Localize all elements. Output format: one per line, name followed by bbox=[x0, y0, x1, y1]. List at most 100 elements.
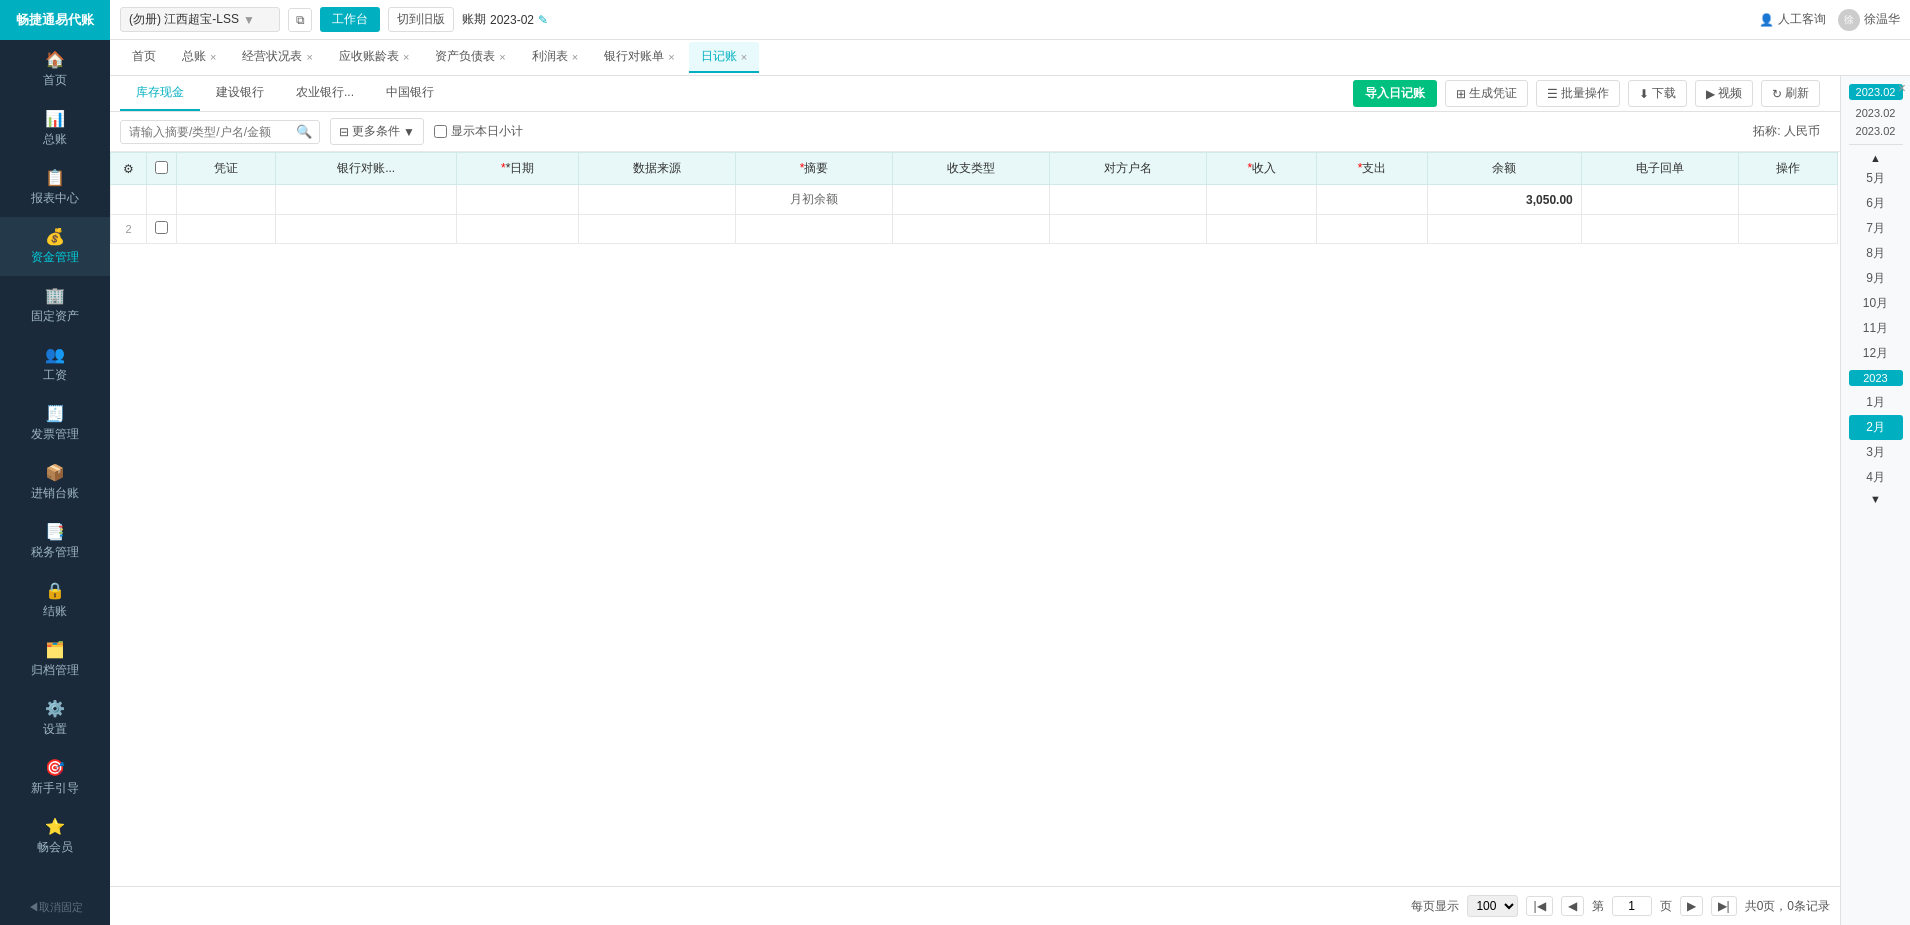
date-month-12[interactable]: 12月 bbox=[1849, 341, 1903, 366]
date-month-7[interactable]: 7月 bbox=[1849, 216, 1903, 241]
sidebar-item-funds[interactable]: 💰 资金管理 bbox=[0, 217, 110, 276]
download-icon: ⬇ bbox=[1639, 87, 1649, 101]
th-checkbox[interactable] bbox=[147, 153, 177, 185]
oldver-button[interactable]: 切到旧版 bbox=[388, 7, 454, 32]
app-logo: 畅捷通易代账 bbox=[0, 0, 110, 40]
copy-company-btn[interactable]: ⧉ bbox=[288, 8, 312, 32]
show-daily-total-checkbox[interactable] bbox=[434, 125, 447, 138]
tab-bankbook[interactable]: 银行对账单 × bbox=[592, 42, 686, 73]
th-action: 操作 bbox=[1738, 153, 1837, 185]
sidebar-item-close[interactable]: 🔒 结账 bbox=[0, 571, 110, 630]
page-input[interactable] bbox=[1612, 896, 1652, 916]
row1-summary: 月初余额 bbox=[736, 185, 893, 215]
th-payment-type: 收支类型 bbox=[893, 153, 1050, 185]
workspace-button[interactable]: 工作台 bbox=[320, 7, 380, 32]
sidebar-item-newbie[interactable]: 🎯 新手引导 bbox=[0, 748, 110, 807]
date-month-8[interactable]: 8月 bbox=[1849, 241, 1903, 266]
period-edit-icon[interactable]: ✎ bbox=[538, 13, 548, 27]
sidebar-item-purchase-label: 进销台账 bbox=[31, 485, 79, 502]
date-month-2[interactable]: 2月 bbox=[1849, 415, 1903, 440]
tab-assets-close[interactable]: × bbox=[499, 51, 505, 63]
assets-icon: 🏢 bbox=[45, 286, 65, 305]
date-month-1[interactable]: 1月 bbox=[1849, 390, 1903, 415]
tab-bankbook-close[interactable]: × bbox=[668, 51, 674, 63]
sub-tab-zhongguo[interactable]: 中国银行 bbox=[370, 76, 450, 111]
tab-general-close[interactable]: × bbox=[210, 51, 216, 63]
batch-btn[interactable]: ☰ 批量操作 bbox=[1536, 80, 1620, 107]
tab-journal-close[interactable]: × bbox=[741, 51, 747, 63]
th-settings[interactable]: ⚙ bbox=[111, 153, 147, 185]
per-page-select[interactable]: 100 50 200 bbox=[1467, 895, 1518, 917]
date-month-10[interactable]: 10月 bbox=[1849, 291, 1903, 316]
row2-summary bbox=[736, 215, 893, 244]
support-link[interactable]: 👤 人工客询 bbox=[1759, 11, 1826, 28]
sidebar-item-assets[interactable]: 🏢 固定资产 bbox=[0, 276, 110, 335]
date-month-4[interactable]: 4月 bbox=[1849, 465, 1903, 490]
date-month-3[interactable]: 3月 bbox=[1849, 440, 1903, 465]
search-input[interactable] bbox=[120, 120, 320, 144]
video-btn[interactable]: ▶ 视频 bbox=[1695, 80, 1753, 107]
import-journal-btn[interactable]: 导入日记账 bbox=[1353, 80, 1437, 107]
row2-checkbox[interactable] bbox=[147, 215, 177, 244]
date-month-5[interactable]: 5月 bbox=[1849, 166, 1903, 191]
sidebar-unpin[interactable]: ◀取消固定 bbox=[0, 890, 110, 925]
invoices-icon: 🧾 bbox=[45, 404, 65, 423]
tab-profit-close[interactable]: × bbox=[572, 51, 578, 63]
first-page-btn[interactable]: |◀ bbox=[1526, 896, 1552, 916]
total-label: 共0页，0条记录 bbox=[1745, 898, 1830, 915]
sub-tab-nongye[interactable]: 农业银行... bbox=[280, 76, 370, 111]
refresh-btn[interactable]: ↻ 刷新 bbox=[1761, 80, 1820, 107]
row2-ereceipt bbox=[1581, 215, 1738, 244]
support-icon: 👤 bbox=[1759, 13, 1774, 27]
date-panel-divider bbox=[1849, 144, 1903, 145]
date-panel-nav-down[interactable]: ▼ bbox=[1849, 490, 1903, 507]
gen-voucher-btn[interactable]: ⊞ 生成凭证 bbox=[1445, 80, 1528, 107]
sidebar-item-archive[interactable]: 🗂️ 归档管理 bbox=[0, 630, 110, 689]
sidebar-item-purchase[interactable]: 📦 进销台账 bbox=[0, 453, 110, 512]
topbar: (勿册) 江西超宝-LSS ▼ ⧉ 工作台 切到旧版 账期 2023-02 ✎ … bbox=[110, 0, 1910, 40]
download-btn[interactable]: ⬇ 下载 bbox=[1628, 80, 1687, 107]
date-month-9[interactable]: 9月 bbox=[1849, 266, 1903, 291]
sidebar-item-tax[interactable]: 📑 税务管理 bbox=[0, 512, 110, 571]
last-page-btn[interactable]: ▶| bbox=[1711, 896, 1737, 916]
tab-profit[interactable]: 利润表 × bbox=[520, 42, 590, 73]
date-month-11[interactable]: 11月 bbox=[1849, 316, 1903, 341]
account-tabbar: 库存现金 建设银行 农业银行... 中国银行 导入日记账 ⊞ 生成凭证 ☰ bbox=[110, 76, 1910, 112]
tab-home[interactable]: 首页 bbox=[120, 42, 168, 73]
user-menu[interactable]: 徐 徐温华 bbox=[1838, 9, 1900, 31]
row2-select-checkbox[interactable] bbox=[155, 221, 168, 234]
row2-counterparty bbox=[1050, 215, 1207, 244]
th-income: *收入 bbox=[1207, 153, 1317, 185]
row2-balance bbox=[1427, 215, 1581, 244]
tab-general[interactable]: 总账 × bbox=[170, 42, 228, 73]
tab-receivables-close[interactable]: × bbox=[403, 51, 409, 63]
sidebar-item-member[interactable]: ⭐ 畅会员 bbox=[0, 807, 110, 866]
sidebar-item-home[interactable]: 🏠 首页 bbox=[0, 40, 110, 99]
sidebar-item-settings[interactable]: ⚙️ 设置 bbox=[0, 689, 110, 748]
more-filter-btn[interactable]: ⊟ 更多条件 ▼ bbox=[330, 118, 424, 145]
tab-assets[interactable]: 资产负债表 × bbox=[423, 42, 517, 73]
content-area: 库存现金 建设银行 农业银行... 中国银行 导入日记账 ⊞ 生成凭证 ☰ bbox=[110, 76, 1910, 925]
sub-tab-jiansheng[interactable]: 建设银行 bbox=[200, 76, 280, 111]
tab-receivables[interactable]: 应收账龄表 × bbox=[327, 42, 421, 73]
sidebar-item-invoices[interactable]: 🧾 发票管理 bbox=[0, 394, 110, 453]
row1-income bbox=[1207, 185, 1317, 215]
date-panel-nav-up[interactable]: ▲ bbox=[1849, 149, 1903, 166]
close-date-panel-btn[interactable]: × bbox=[1898, 80, 1906, 96]
show-daily-total-label[interactable]: 显示本日小计 bbox=[434, 123, 523, 140]
reports-icon: 📋 bbox=[45, 168, 65, 187]
row2-source bbox=[578, 215, 735, 244]
sidebar-item-general[interactable]: 📊 总账 bbox=[0, 99, 110, 158]
tab-bizstatus-close[interactable]: × bbox=[306, 51, 312, 63]
date-month-6[interactable]: 6月 bbox=[1849, 191, 1903, 216]
tab-journal[interactable]: 日记账 × bbox=[689, 42, 759, 73]
next-page-btn[interactable]: ▶ bbox=[1680, 896, 1703, 916]
company-selector[interactable]: (勿册) 江西超宝-LSS ▼ bbox=[120, 7, 280, 32]
sub-tab-cash[interactable]: 库存现金 bbox=[120, 76, 200, 111]
sidebar-item-reports[interactable]: 📋 报表中心 bbox=[0, 158, 110, 217]
tab-bizstatus[interactable]: 经营状况表 × bbox=[230, 42, 324, 73]
select-all-checkbox[interactable] bbox=[155, 161, 168, 174]
sidebar-item-payroll[interactable]: 👥 工资 bbox=[0, 335, 110, 394]
th-bankbook: 银行对账... bbox=[276, 153, 457, 185]
prev-page-btn[interactable]: ◀ bbox=[1561, 896, 1584, 916]
